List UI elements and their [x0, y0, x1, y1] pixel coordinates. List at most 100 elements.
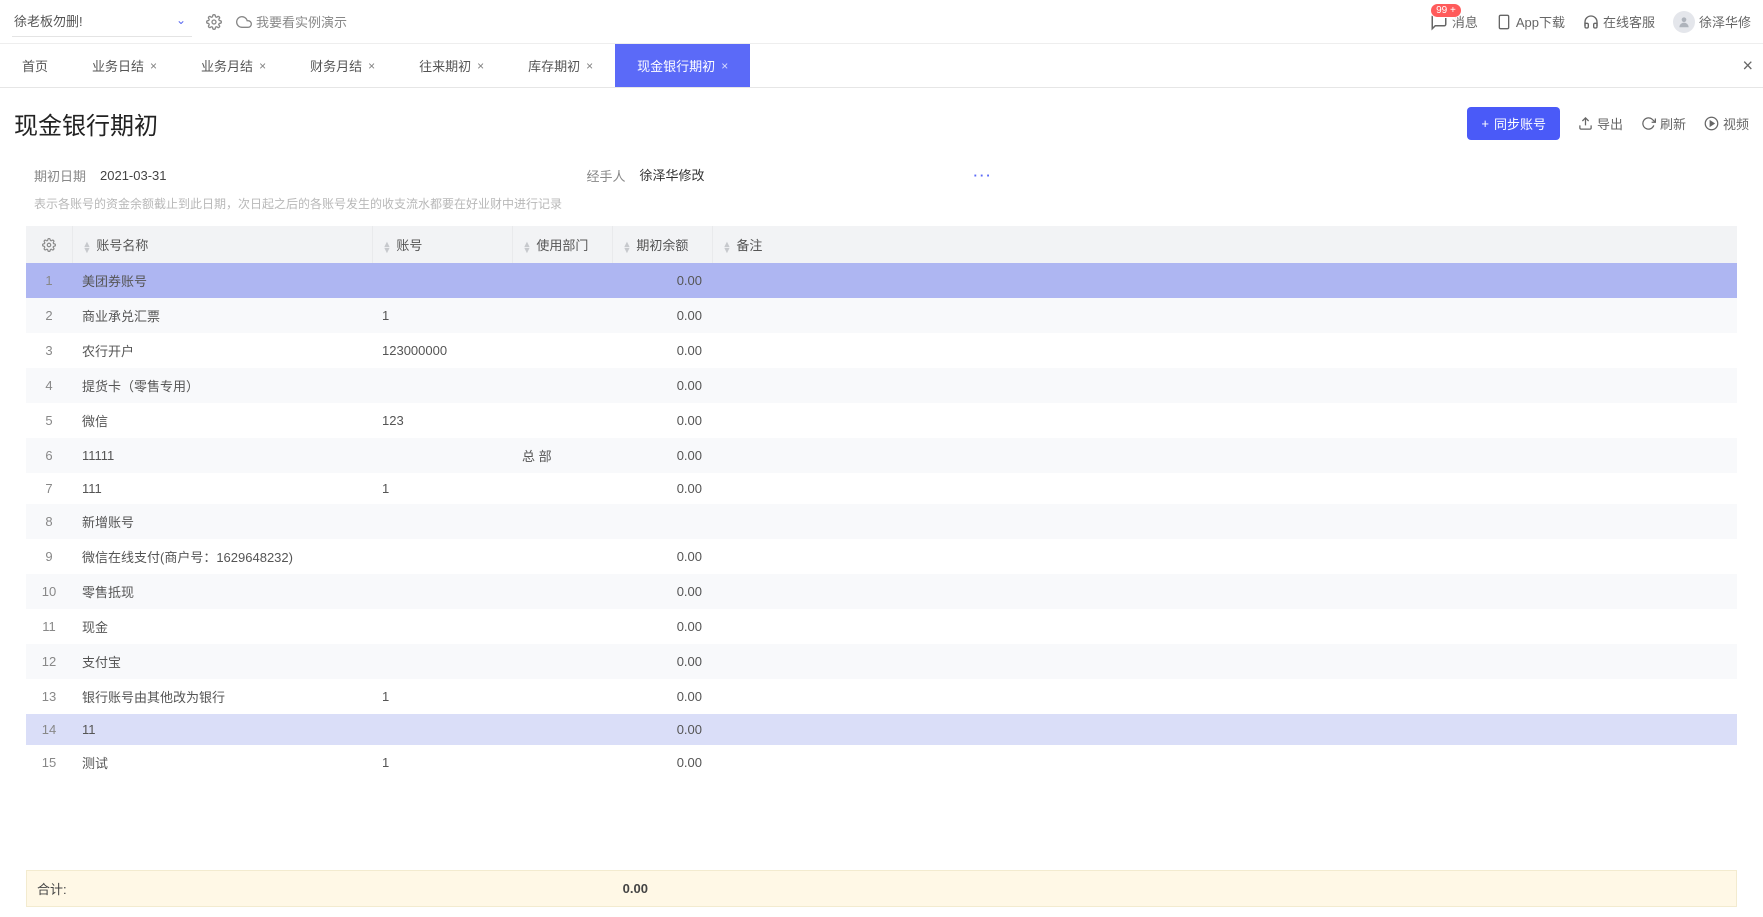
handler-value: 徐泽华修改 — [640, 165, 900, 185]
sync-account-button[interactable]: + 同步账号 — [1467, 107, 1560, 140]
account-name-cell: 微信在线支付(商户号：1629648232) — [72, 539, 372, 574]
app-download-label: App下载 — [1516, 12, 1565, 31]
app-download-button[interactable]: App下载 — [1496, 12, 1565, 31]
tab-往来期初[interactable]: 往来期初 × — [397, 44, 506, 87]
balance-cell: 0.00 — [612, 745, 712, 780]
table-row[interactable]: 4提货卡（零售专用）0.00 — [26, 368, 1737, 403]
demo-link[interactable]: 我要看实例演示 — [236, 12, 347, 31]
note-cell — [712, 368, 1737, 403]
messages-button[interactable]: 99 + 消息 — [1430, 12, 1478, 31]
initial-date-value: 2021-03-31 — [100, 168, 167, 183]
initial-date-label: 期初日期 — [34, 166, 86, 185]
headset-icon — [1583, 14, 1599, 30]
close-icon[interactable]: × — [721, 59, 728, 73]
table-row[interactable]: 711110.00 — [26, 473, 1737, 504]
column-account-number[interactable]: ▲▼账号 — [372, 226, 512, 263]
account-number-cell — [372, 438, 512, 473]
account-number-cell — [372, 644, 512, 679]
note-cell — [712, 263, 1737, 298]
close-icon[interactable]: × — [150, 59, 157, 73]
account-name-cell: 零售抵现 — [72, 574, 372, 609]
note-cell — [712, 745, 1737, 780]
table-row[interactable]: 1美团券账号0.00 — [26, 263, 1737, 298]
account-name-cell: 现金 — [72, 609, 372, 644]
tab-现金银行期初[interactable]: 现金银行期初 × — [615, 44, 750, 87]
totals-label: 合计: — [37, 879, 67, 898]
column-note[interactable]: ▲▼备注 — [712, 226, 1737, 263]
sort-icon: ▲▼ — [623, 241, 632, 253]
table-row[interactable]: 9微信在线支付(商户号：1629648232)0.00 — [26, 539, 1737, 574]
department-cell — [512, 745, 612, 780]
close-icon[interactable]: × — [477, 59, 484, 73]
row-index: 14 — [26, 714, 72, 745]
refresh-label: 刷新 — [1660, 114, 1686, 133]
table-row[interactable]: 14110.00 — [26, 714, 1737, 745]
account-number-cell — [372, 609, 512, 644]
account-name-cell: 美团券账号 — [72, 263, 372, 298]
note-cell — [712, 298, 1737, 333]
note-cell — [712, 609, 1737, 644]
note-cell — [712, 504, 1737, 539]
video-button[interactable]: 视频 — [1704, 114, 1749, 133]
row-index: 13 — [26, 679, 72, 714]
tab-label: 财务月结 — [310, 56, 362, 75]
handler-field[interactable]: 经手人 徐泽华修改 ··· — [587, 165, 993, 185]
table-row[interactable]: 11现金0.00 — [26, 609, 1737, 644]
department-cell — [512, 403, 612, 438]
row-index: 11 — [26, 609, 72, 644]
close-icon[interactable]: × — [259, 59, 266, 73]
table-body: 1美团券账号0.002商业承兑汇票10.003农行开户1230000000.00… — [26, 263, 1737, 780]
tab-label: 往来期初 — [419, 56, 471, 75]
table-row[interactable]: 5微信1230.00 — [26, 403, 1737, 438]
page-title: 现金银行期初 — [14, 106, 158, 141]
table-row[interactable]: 15测试10.00 — [26, 745, 1737, 780]
tab-库存期初[interactable]: 库存期初× — [506, 44, 615, 87]
row-index: 2 — [26, 298, 72, 333]
column-initial-balance[interactable]: ▲▼期初余额 — [612, 226, 712, 263]
close-icon[interactable]: × — [586, 59, 593, 73]
tab-label: 现金银行期初 — [637, 56, 715, 75]
gear-icon — [42, 238, 56, 252]
settings-icon[interactable] — [206, 14, 222, 30]
department-cell — [512, 574, 612, 609]
row-index: 5 — [26, 403, 72, 438]
department-cell — [512, 473, 612, 504]
table-row[interactable]: 12支付宝0.00 — [26, 644, 1737, 679]
account-name: 徐老板勿删! — [14, 11, 83, 30]
tab-首页[interactable]: 首页 — [0, 44, 70, 87]
totals-balance: 0.00 — [623, 881, 648, 896]
account-number-cell: 1 — [372, 679, 512, 714]
export-button[interactable]: 导出 — [1578, 114, 1623, 133]
user-menu[interactable]: 徐泽华修 — [1673, 11, 1751, 33]
table-row[interactable]: 3农行开户1230000000.00 — [26, 333, 1737, 368]
hint-text: 表示各账号的资金余额截止到此日期，次日起之后的各账号发生的收支流水都要在好业财中… — [0, 189, 1763, 226]
tab-业务月结[interactable]: 业务月结× — [179, 44, 288, 87]
avatar — [1673, 11, 1695, 33]
close-all-tabs-icon[interactable]: × — [1742, 55, 1753, 76]
refresh-button[interactable]: 刷新 — [1641, 114, 1686, 133]
note-cell — [712, 714, 1737, 745]
tab-业务日结[interactable]: 业务日结× — [70, 44, 179, 87]
table-row[interactable]: 10零售抵现0.00 — [26, 574, 1737, 609]
table-row[interactable]: 13银行账号由其他改为银行10.00 — [26, 679, 1737, 714]
close-icon[interactable]: × — [368, 59, 375, 73]
note-cell — [712, 403, 1737, 438]
table-row[interactable]: 611111总 部0.00 — [26, 438, 1737, 473]
config-column-header[interactable] — [26, 226, 72, 263]
balance-cell: 0.00 — [612, 368, 712, 403]
account-name-cell: 新增账号 — [72, 504, 372, 539]
table-row[interactable]: 2商业承兑汇票10.00 — [26, 298, 1737, 333]
more-icon[interactable]: ··· — [974, 168, 993, 183]
table-row[interactable]: 8新增账号 — [26, 504, 1737, 539]
note-cell — [712, 539, 1737, 574]
account-selector[interactable]: 徐老板勿删! ⌄ — [12, 7, 192, 37]
top-bar: 徐老板勿删! ⌄ 我要看实例演示 99 + 消息 App下载 在线客服 — [0, 0, 1763, 44]
column-account-name[interactable]: ▲▼账号名称 — [72, 226, 372, 263]
tab-财务月结[interactable]: 财务月结 × — [288, 44, 397, 87]
online-service-button[interactable]: 在线客服 — [1583, 12, 1655, 31]
initial-date-field[interactable]: 期初日期 2021-03-31 — [34, 166, 167, 185]
balance-cell: 0.00 — [612, 473, 712, 504]
video-label: 视频 — [1723, 114, 1749, 133]
sort-icon: ▲▼ — [383, 241, 392, 253]
column-department[interactable]: ▲▼使用部门 — [512, 226, 612, 263]
